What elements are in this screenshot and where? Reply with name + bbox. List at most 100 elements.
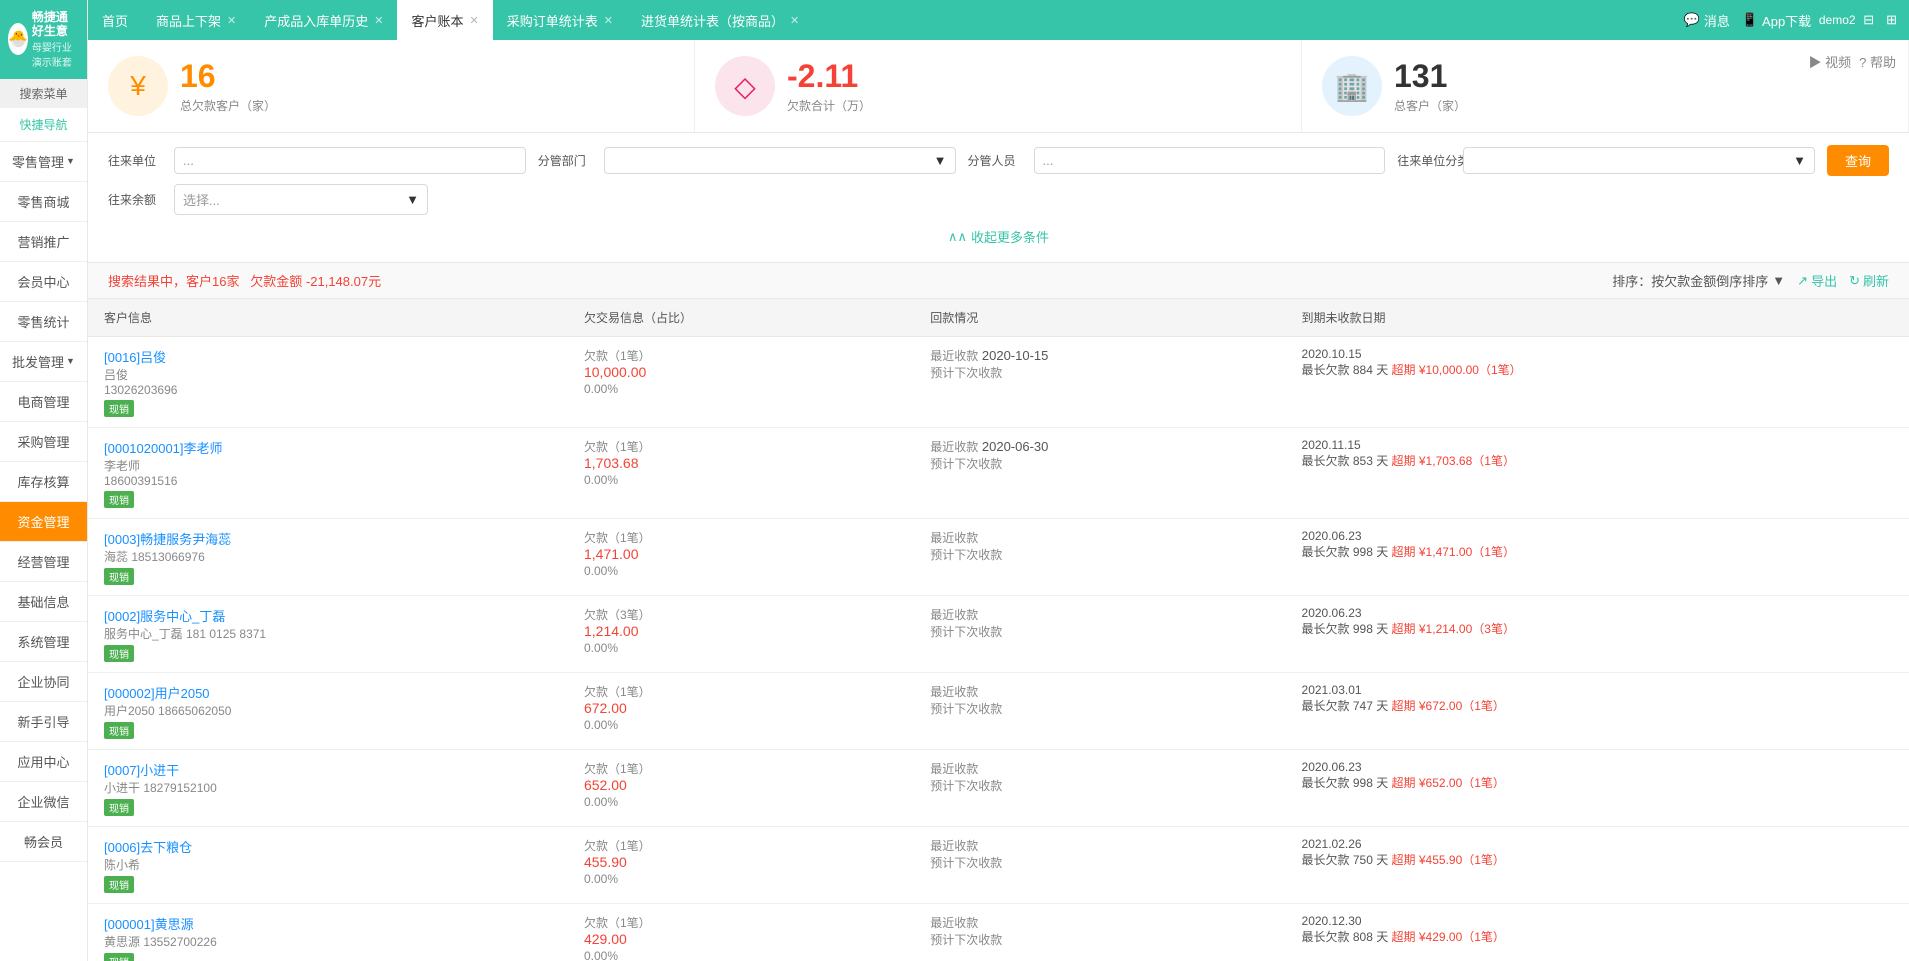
from-unit-input[interactable]: ...	[174, 147, 526, 174]
close-icon[interactable]: ✕	[374, 14, 383, 27]
sidebar-item-finance[interactable]: 资金管理	[0, 502, 87, 542]
customer-tag: 现销	[104, 722, 134, 739]
from-unit-label: 往来单位	[108, 152, 168, 169]
query-button[interactable]: 查询	[1827, 145, 1889, 176]
debt-amount[interactable]: 1,471.00	[584, 546, 898, 562]
close-icon[interactable]: ✕	[604, 14, 613, 27]
overdue-link[interactable]: 超期 ¥1,214.00（3笔）	[1392, 622, 1515, 636]
sidebar-item-corp-wx[interactable]: 企业微信	[0, 782, 87, 822]
overdue-link[interactable]: 超期 ¥652.00（1笔）	[1392, 776, 1505, 790]
collapse-window-icon[interactable]: ⊟	[1863, 12, 1874, 28]
close-icon[interactable]: ✕	[470, 14, 479, 27]
sidebar-item-retail-mall[interactable]: 零售商城	[0, 182, 87, 222]
debt-desc: 欠款（3笔）	[584, 606, 898, 623]
sidebar-item-label: 零售统计	[17, 315, 69, 330]
debt-percent: 0.00%	[584, 949, 898, 961]
debt-info-cell: 欠款（1笔） 1,703.68 0.00%	[568, 428, 914, 519]
customer-id-link[interactable]: [0001020001]李老师	[104, 438, 552, 457]
overdue-link[interactable]: 超期 ¥1,471.00（1笔）	[1392, 545, 1515, 559]
balance-input[interactable]: 选择... ▼	[174, 184, 428, 215]
tab-customer-account[interactable]: 客户账本 ✕	[397, 0, 492, 40]
sidebar-item-marketing[interactable]: 营销推广	[0, 222, 87, 262]
customer-id-link[interactable]: [000001]黄思源	[104, 914, 552, 933]
debt-amount[interactable]: 455.90	[584, 854, 898, 870]
table-row: [0016]吕俊 吕俊 13026203696 现销 欠款（1笔） 10,000…	[88, 337, 1909, 428]
unit-category-input[interactable]: ▼	[1463, 147, 1815, 174]
sort-select[interactable]: 排序：按欠款金额倒序排序 ▼	[1612, 271, 1785, 290]
tab-purchase-product[interactable]: 进货单统计表（按商品） ✕	[627, 0, 813, 40]
export-button[interactable]: ↗ 导出	[1797, 271, 1837, 290]
sidebar-item-retail-stats[interactable]: 零售统计	[0, 302, 87, 342]
close-icon[interactable]: ✕	[227, 14, 236, 27]
debt-amount[interactable]: 652.00	[584, 777, 898, 793]
tab-home[interactable]: 首页	[88, 0, 142, 40]
debt-amount[interactable]: 672.00	[584, 700, 898, 716]
customer-id-link[interactable]: [000002]用户2050	[104, 683, 552, 702]
debt-amount[interactable]: 1,214.00	[584, 623, 898, 639]
overdue-link[interactable]: 超期 ¥455.90（1笔）	[1392, 853, 1505, 867]
app-download-btn[interactable]: 📱 App下载	[1742, 11, 1811, 30]
repayment-cell: 最近收款 2020-10-15 预计下次收款	[914, 337, 1285, 428]
help-btn[interactable]: ? 帮助	[1859, 52, 1896, 71]
sidebar-item-membership[interactable]: 会员中心	[0, 262, 87, 302]
debt-amount[interactable]: 10,000.00	[584, 364, 898, 380]
sidebar-item-label: 会员中心	[17, 275, 69, 290]
overdue-link[interactable]: 超期 ¥10,000.00（1笔）	[1392, 363, 1522, 377]
repayment-cell: 最近收款 预计下次收款	[914, 519, 1285, 596]
next-collect-label: 预计下次收款	[930, 455, 1269, 472]
search-menu[interactable]: 搜索菜单	[0, 79, 87, 108]
debt-amount[interactable]: 1,703.68	[584, 455, 898, 471]
message-btn[interactable]: 💬 消息	[1684, 11, 1730, 30]
customer-id-link[interactable]: [0003]畅捷服务尹海蕊	[104, 529, 552, 548]
table-row: [0002]服务中心_丁磊 服务中心_丁磊 181 0125 8371 现销 欠…	[88, 596, 1909, 673]
video-btn[interactable]: ▶ 视频	[1808, 52, 1851, 71]
next-collect-label: 预计下次收款	[930, 931, 1269, 948]
sidebar-item-batch-mgmt[interactable]: 批发管理 ▼	[0, 342, 87, 382]
sidebar-item-retail-mgmt[interactable]: 零售管理 ▼	[0, 142, 87, 182]
phone-icon: 📱	[1742, 12, 1758, 28]
dept-input[interactable]: ▼	[604, 147, 956, 174]
collapse-button[interactable]: ∧∧ 收起更多条件	[948, 227, 1049, 246]
sidebar-item-inventory[interactable]: 库存核算	[0, 462, 87, 502]
customer-id-link[interactable]: [0002]服务中心_丁磊	[104, 606, 552, 625]
refresh-button[interactable]: ↻ 刷新	[1849, 271, 1889, 290]
sidebar-item-label: 采购管理	[17, 435, 69, 450]
person-input[interactable]: ...	[1034, 147, 1386, 174]
sidebar-item-purchase[interactable]: 采购管理	[0, 422, 87, 462]
sidebar-item-ecommerce[interactable]: 电商管理	[0, 382, 87, 422]
overdue-link[interactable]: 超期 ¥1,703.68（1笔）	[1392, 454, 1515, 468]
sidebar-item-basic-info[interactable]: 基础信息	[0, 582, 87, 622]
due-date-cell: 2020.11.15 最长欠款 853 天 超期 ¥1,703.68（1笔）	[1286, 428, 1909, 519]
chevron-down-icon: ▼	[1793, 153, 1806, 168]
overdue-link[interactable]: 超期 ¥429.00（1笔）	[1392, 930, 1505, 944]
col-repayment: 回款情况	[914, 299, 1285, 337]
next-collect-label: 预计下次收款	[930, 854, 1269, 871]
sidebar-item-operations[interactable]: 经营管理	[0, 542, 87, 582]
customer-id-link[interactable]: [0006]去下粮仓	[104, 837, 552, 856]
debt-customers-icon: ¥	[108, 56, 168, 116]
expand-window-icon[interactable]: ⊞	[1886, 12, 1897, 28]
debt-info-cell: 欠款（1笔） 10,000.00 0.00%	[568, 337, 914, 428]
from-unit-placeholder: ...	[183, 153, 194, 168]
sidebar-item-app-center[interactable]: 应用中心	[0, 742, 87, 782]
avatar[interactable]: demo2	[1823, 6, 1851, 34]
results-bar: 搜索结果中，客户16家 欠款金额 -21,148.07元 排序：按欠款金额倒序排…	[88, 263, 1909, 299]
next-collect-label: 预计下次收款	[930, 623, 1269, 640]
tab-purchase-stats[interactable]: 采购订单统计表 ✕	[493, 0, 627, 40]
sidebar-item-member-plus[interactable]: 畅会员	[0, 822, 87, 862]
quick-nav[interactable]: 快捷导航	[0, 108, 87, 142]
sidebar-item-corp-coop[interactable]: 企业协同	[0, 662, 87, 702]
debt-percent: 0.00%	[584, 473, 898, 487]
sidebar-item-system[interactable]: 系统管理	[0, 622, 87, 662]
customer-id-link[interactable]: [0016]吕俊	[104, 347, 552, 366]
close-icon[interactable]: ✕	[790, 14, 799, 27]
debt-amount[interactable]: 429.00	[584, 931, 898, 947]
tab-product-history[interactable]: 产成品入库单历史 ✕	[250, 0, 397, 40]
repayment-cell: 最近收款 预计下次收款	[914, 673, 1285, 750]
customer-id-link[interactable]: [0007]小进干	[104, 760, 552, 779]
recent-collect-label: 最近收款	[930, 837, 1269, 854]
overdue-link[interactable]: 超期 ¥672.00（1笔）	[1392, 699, 1505, 713]
sidebar-item-newbie[interactable]: 新手引导	[0, 702, 87, 742]
tab-product-shelf[interactable]: 商品上下架 ✕	[142, 0, 250, 40]
table-row: [0006]去下粮仓 陈小希 现销 欠款（1笔） 455.90 0.00% 最近…	[88, 827, 1909, 904]
